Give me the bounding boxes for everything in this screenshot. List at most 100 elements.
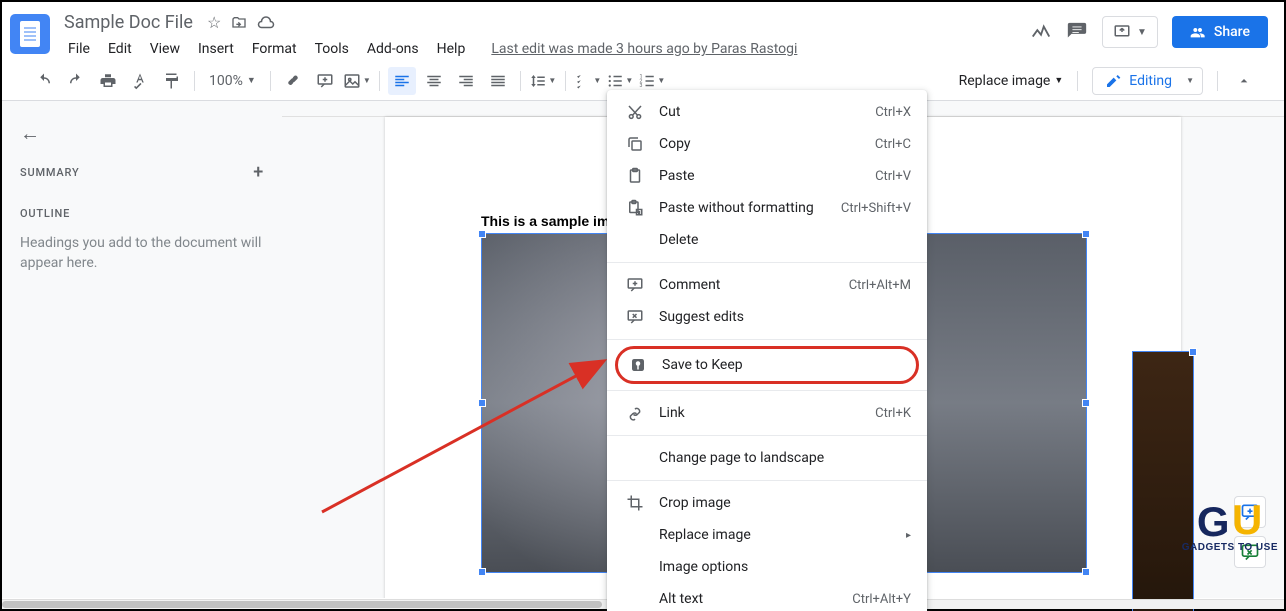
watermark-logo: GU GADGETS TO USE	[1182, 501, 1278, 553]
resize-handle-tr[interactable]	[1082, 230, 1090, 238]
cloud-status-icon[interactable]	[257, 14, 275, 32]
menu-item-label: Crop image	[659, 495, 911, 511]
comments-icon[interactable]	[1066, 21, 1088, 43]
replace-image-label: Replace image	[959, 73, 1051, 89]
copy-icon	[623, 135, 647, 153]
keep-icon	[626, 356, 650, 374]
menu-item-label: Change page to landscape	[659, 450, 911, 466]
editing-label: Editing	[1129, 73, 1172, 89]
replace-image-dropdown[interactable]: Replace image▼	[959, 73, 1064, 89]
align-justify-button[interactable]	[484, 67, 512, 95]
star-icon[interactable]: ☆	[207, 13, 221, 32]
share-label: Share	[1214, 24, 1250, 40]
resize-handle-tr2[interactable]	[1189, 348, 1197, 356]
zoom-select[interactable]: 100%▼	[203, 73, 262, 89]
menu-item-label: Save to Keep	[662, 357, 908, 373]
link-icon	[623, 404, 647, 422]
resize-handle-mr[interactable]	[1082, 399, 1090, 407]
align-center-button[interactable]	[420, 67, 448, 95]
cut-icon	[623, 103, 647, 121]
align-left-button[interactable]	[388, 67, 416, 95]
menu-item-alt-text[interactable]: Alt textCtrl+Alt+Y	[607, 583, 927, 611]
editing-mode-button[interactable]: Editing	[1092, 67, 1203, 95]
menu-view[interactable]: View	[142, 37, 188, 61]
menu-insert[interactable]: Insert	[190, 37, 242, 61]
menu-item-shortcut: Ctrl+Alt+M	[849, 278, 911, 293]
svg-text:3: 3	[640, 83, 643, 89]
menu-file[interactable]: File	[60, 37, 98, 61]
share-button[interactable]: Share	[1172, 16, 1268, 48]
menu-separator	[607, 262, 927, 263]
watermark-tag: GADGETS TO USE	[1182, 543, 1278, 553]
insert-comment-button[interactable]	[311, 67, 339, 95]
menu-item-cut[interactable]: CutCtrl+X	[607, 96, 927, 128]
redo-button[interactable]	[62, 67, 90, 95]
menu-item-label: Copy	[659, 136, 875, 152]
menu-item-image-options[interactable]: Image options	[607, 551, 927, 583]
paste-plain-icon	[623, 199, 647, 217]
menu-item-label: Cut	[659, 104, 875, 120]
crop-icon	[623, 494, 647, 512]
resize-handle-tl[interactable]	[478, 230, 486, 238]
header-right: ▼ Share	[1030, 16, 1268, 48]
resize-handle-br[interactable]	[1082, 568, 1090, 576]
menu-item-label: Link	[659, 405, 875, 421]
menu-addons[interactable]: Add-ons	[359, 37, 427, 61]
add-summary-icon[interactable]: +	[253, 162, 264, 183]
menu-item-copy[interactable]: CopyCtrl+C	[607, 128, 927, 160]
menu-item-link[interactable]: LinkCtrl+K	[607, 397, 927, 429]
checklist-button[interactable]: ▼	[574, 67, 602, 95]
menu-item-crop-image[interactable]: Crop image	[607, 487, 927, 519]
insert-image-button[interactable]: ▼	[343, 67, 371, 95]
menu-item-paste[interactable]: PasteCtrl+V	[607, 160, 927, 192]
print-button[interactable]	[94, 67, 122, 95]
menu-item-save-to-keep[interactable]: Save to Keep	[615, 346, 919, 384]
undo-button[interactable]	[30, 67, 58, 95]
insert-link-button[interactable]	[279, 67, 307, 95]
separator	[1077, 71, 1078, 91]
app-header: Sample Doc File ☆ File Edit View Insert …	[2, 2, 1284, 61]
menu-item-suggest-edits[interactable]: Suggest edits	[607, 301, 927, 333]
outline-back-icon[interactable]: ←	[20, 121, 40, 146]
doc-title[interactable]: Sample Doc File	[60, 10, 197, 35]
menu-item-paste-without-formatting[interactable]: Paste without formattingCtrl+Shift+V	[607, 192, 927, 224]
menu-separator	[607, 480, 927, 481]
menu-item-label: Suggest edits	[659, 309, 911, 325]
menu-item-change-page-to-landscape[interactable]: Change page to landscape	[607, 442, 927, 474]
outline-label: OUTLINE	[20, 207, 264, 220]
resize-handle-bl[interactable]	[478, 568, 486, 576]
collapse-toolbar-button[interactable]	[1232, 69, 1256, 93]
line-spacing-button[interactable]: ▼	[529, 67, 557, 95]
menu-item-label: Delete	[659, 232, 911, 248]
menu-help[interactable]: Help	[429, 37, 474, 61]
move-icon[interactable]	[231, 15, 247, 31]
menu-item-comment[interactable]: CommentCtrl+Alt+M	[607, 269, 927, 301]
resize-handle-ml[interactable]	[478, 399, 486, 407]
present-button[interactable]: ▼	[1102, 16, 1158, 48]
menu-item-replace-image[interactable]: Replace image	[607, 519, 927, 551]
paint-format-button[interactable]	[158, 67, 186, 95]
separator	[520, 71, 521, 91]
title-block: Sample Doc File ☆ File Edit View Insert …	[60, 10, 1030, 61]
last-edit-info[interactable]: Last edit was made 3 hours ago by Paras …	[491, 41, 797, 57]
menu-edit[interactable]: Edit	[100, 37, 140, 61]
menu-item-label: Paste	[659, 168, 875, 184]
menu-item-shortcut: Ctrl+Shift+V	[841, 201, 911, 216]
menu-item-shortcut: Ctrl+K	[875, 406, 911, 421]
suggest-icon	[623, 308, 647, 326]
menu-item-delete[interactable]: Delete	[607, 224, 927, 256]
menu-item-shortcut: Ctrl+X	[875, 105, 911, 120]
spellcheck-button[interactable]	[126, 67, 154, 95]
separator	[270, 71, 271, 91]
align-right-button[interactable]	[452, 67, 480, 95]
menu-separator	[607, 390, 927, 391]
docs-home-icon[interactable]	[10, 14, 50, 54]
menu-format[interactable]: Format	[244, 37, 305, 61]
menu-separator	[607, 339, 927, 340]
menu-tools[interactable]: Tools	[307, 37, 357, 61]
activity-icon[interactable]	[1030, 21, 1052, 43]
right-image-strip	[1132, 351, 1194, 611]
summary-label: SUMMARY	[20, 166, 79, 179]
menu-item-shortcut: Ctrl+Alt+Y	[852, 592, 911, 607]
menu-item-shortcut: Ctrl+C	[875, 137, 911, 152]
